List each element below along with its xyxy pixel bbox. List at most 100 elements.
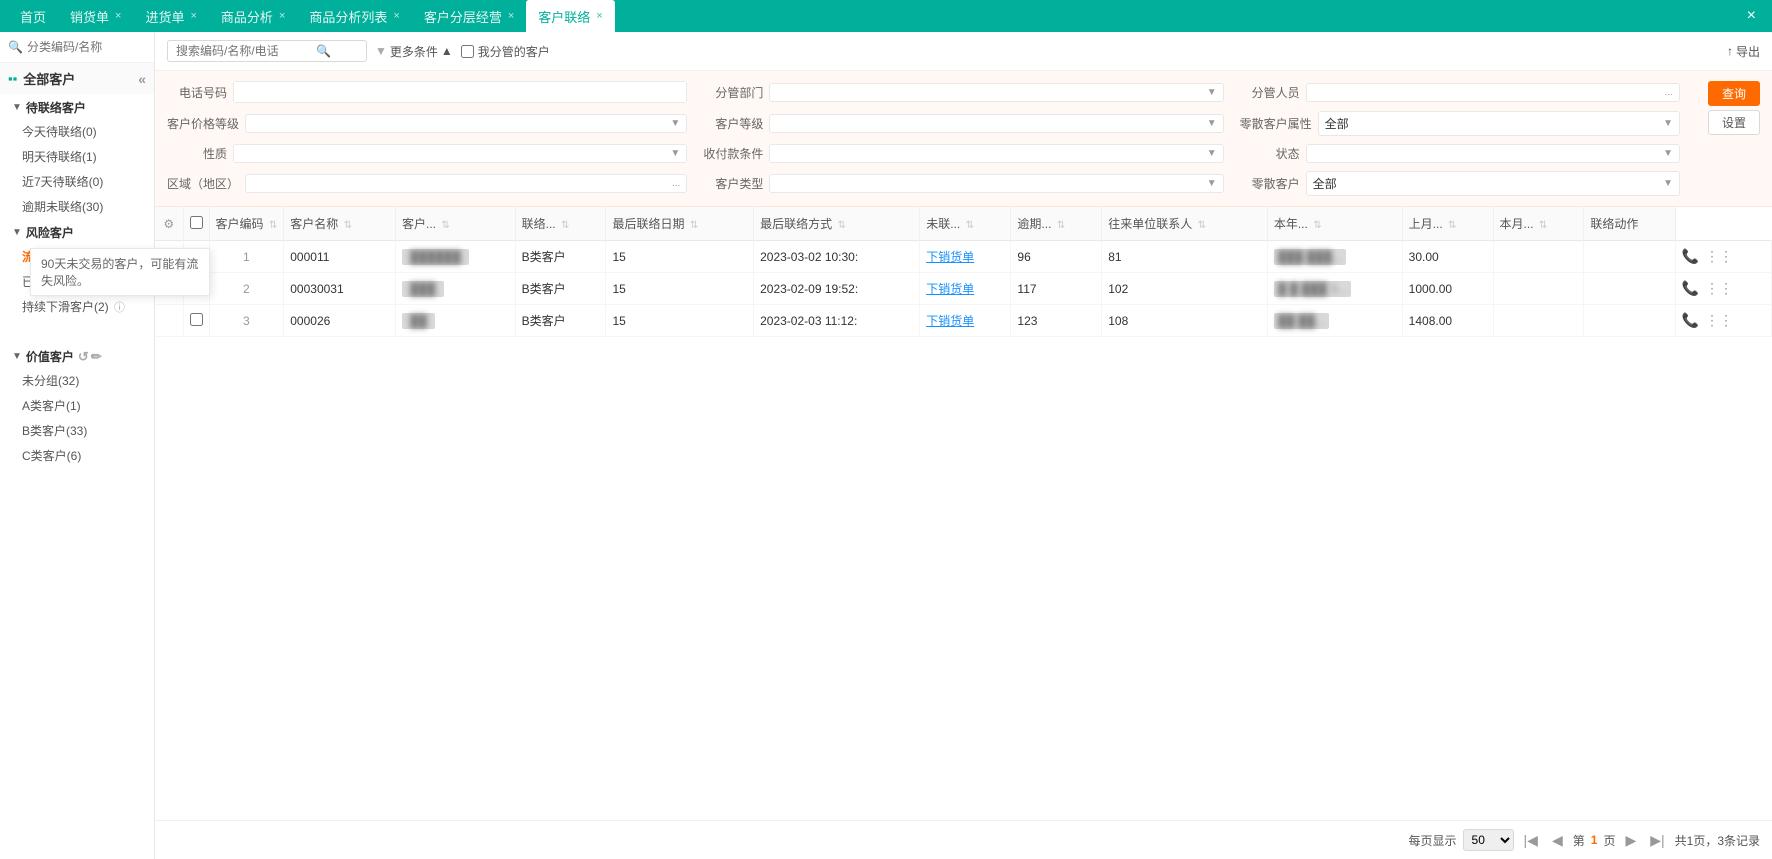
sidebar: 🔍 ▪▪ 全部客户 « ▼ 待联络客户 今天待联络(0) 明天待联络(1) 近7… bbox=[0, 32, 155, 859]
row-action-0[interactable]: 📞 ⋮⋮ bbox=[1675, 241, 1771, 273]
contact-action-icon-2[interactable]: 📞 bbox=[1682, 312, 1699, 329]
code-column-label: 客户编码 bbox=[216, 217, 264, 231]
filter-select-price-level[interactable]: ▼ bbox=[245, 114, 687, 133]
value-edit-icon[interactable]: ↺ bbox=[78, 349, 89, 365]
next-page-button[interactable]: ▶ bbox=[1621, 831, 1640, 850]
sidebar-group-value[interactable]: ▼ 价值客户 ↺ ✏ bbox=[0, 343, 154, 368]
sidebar-item-tomorrow[interactable]: 明天待联络(1) bbox=[0, 144, 154, 169]
row-lastway-link-0[interactable]: 下销货单 bbox=[926, 250, 974, 264]
row-check-2[interactable] bbox=[183, 305, 209, 337]
filter-search-input[interactable] bbox=[176, 44, 316, 58]
nav-tab-customer-contact-close[interactable]: × bbox=[596, 10, 602, 22]
value-settings-icon[interactable]: ✏ bbox=[91, 349, 102, 365]
filter-select-manager[interactable]: ... bbox=[1306, 83, 1680, 102]
filter-select-nature[interactable]: ▼ bbox=[233, 144, 687, 163]
contact-action-icon-1[interactable]: 📞 bbox=[1682, 280, 1699, 297]
name-column-header[interactable]: 客户名称 ⇅ bbox=[284, 207, 396, 241]
prev-page-button[interactable]: ◀ bbox=[1548, 831, 1567, 850]
gear-column-header[interactable]: ⚙ bbox=[155, 207, 183, 241]
nav-tab-analysis[interactable]: 商品分析 × bbox=[209, 0, 297, 32]
nav-tab-analysis-list[interactable]: 商品分析列表 × bbox=[297, 0, 411, 32]
nav-close-all-button[interactable]: × bbox=[1739, 7, 1764, 25]
code-column-header[interactable]: 客户编码 ⇅ bbox=[209, 207, 284, 241]
filter-select-customer-level[interactable]: ▼ bbox=[769, 114, 1223, 133]
first-page-button[interactable]: |◀ bbox=[1520, 831, 1542, 850]
sidebar-item-classB[interactable]: B类客户(33) bbox=[0, 418, 154, 443]
contact2-column-header[interactable]: 往来单位联系人 ⇅ bbox=[1102, 207, 1268, 241]
row-lastway-0[interactable]: 下销货单 bbox=[920, 241, 1011, 273]
filter-select-dept[interactable]: ▼ bbox=[769, 83, 1223, 102]
sidebar-group-risk[interactable]: ▼ 风险客户 bbox=[0, 219, 154, 244]
sidebar-group-pending[interactable]: ▼ 待联络客户 bbox=[0, 94, 154, 119]
my-customer-checkbox[interactable] bbox=[461, 45, 474, 58]
row-lastway-link-1[interactable]: 下销货单 bbox=[926, 282, 974, 296]
sidebar-item-today[interactable]: 今天待联络(0) bbox=[0, 119, 154, 144]
sidebar-item-classA[interactable]: A类客户(1) bbox=[0, 393, 154, 418]
nav-tab-home[interactable]: 首页 bbox=[8, 0, 58, 32]
nav-tab-sales[interactable]: 销货单 × bbox=[58, 0, 133, 32]
query-button[interactable]: 查询 bbox=[1708, 81, 1760, 106]
thisyear-column-header[interactable]: 本年... ⇅ bbox=[1267, 207, 1402, 241]
row-contact2-0: ███ ███... bbox=[1267, 241, 1402, 273]
select-all-checkbox[interactable] bbox=[190, 216, 203, 229]
nav-tab-customer-tier-close[interactable]: × bbox=[508, 10, 514, 22]
settings-button[interactable]: 设置 bbox=[1708, 110, 1760, 135]
sidebar-item-declining[interactable]: 持续下滑客户(2) ⓘ bbox=[0, 294, 154, 319]
sidebar-item-7days[interactable]: 近7天待联络(0) bbox=[0, 169, 154, 194]
thismonth-column-header[interactable]: 本月... ⇅ bbox=[1493, 207, 1584, 241]
nav-tab-purchase-close[interactable]: × bbox=[190, 10, 196, 22]
pagination-page-of: 页 bbox=[1603, 832, 1615, 849]
sidebar-item-ungroup[interactable]: 未分组(32) bbox=[0, 368, 154, 393]
filter-search-button[interactable]: 🔍 bbox=[316, 44, 331, 58]
page-size-select[interactable]: 20 50 100 bbox=[1463, 829, 1514, 851]
filter-more-button[interactable]: ▼ 更多条件 ▲ bbox=[375, 43, 453, 60]
filter-select-customer-type[interactable]: ▼ bbox=[769, 174, 1223, 193]
filter-row-manager: 分管人员 ... bbox=[1240, 81, 1760, 103]
filter-select-region[interactable]: ... bbox=[245, 174, 687, 193]
row-lastway-link-2[interactable]: 下销货单 bbox=[926, 314, 974, 328]
info-icon2: ⓘ bbox=[114, 302, 125, 314]
contact-action-icon-0[interactable]: 📞 bbox=[1682, 248, 1699, 265]
risk-arrow-icon: ▼ bbox=[12, 227, 22, 238]
type-column-header[interactable]: 客户... ⇅ bbox=[396, 207, 516, 241]
nav-tab-analysis-close[interactable]: × bbox=[279, 10, 285, 22]
lastmonth-column-header[interactable]: 上月... ⇅ bbox=[1402, 207, 1493, 241]
row-action-1[interactable]: 📞 ⋮⋮ bbox=[1675, 273, 1771, 305]
nav-tab-customer-contact[interactable]: 客户联络 × bbox=[526, 0, 614, 32]
nav-tab-analysis-list-close[interactable]: × bbox=[393, 10, 399, 22]
check-column-header[interactable] bbox=[183, 207, 209, 241]
nav-tab-customer-tier[interactable]: 客户分层经营 × bbox=[412, 0, 526, 32]
row-lastway-2[interactable]: 下销货单 bbox=[920, 305, 1011, 337]
more-action-icon-1[interactable]: ⋮⋮ bbox=[1705, 280, 1733, 297]
filter-row-price-level: 客户价格等级 ▼ bbox=[167, 111, 687, 136]
filter-label-payment: 收付款条件 bbox=[703, 145, 763, 162]
type-sort-icon: ⇅ bbox=[441, 220, 449, 231]
export-button[interactable]: ↑ 导出 bbox=[1727, 43, 1760, 60]
sidebar-search-input[interactable] bbox=[27, 40, 155, 54]
my-customer-checkbox-label[interactable]: 我分管的客户 bbox=[461, 43, 550, 60]
filter-select-retail-attr[interactable]: 全部 ▼ bbox=[1318, 111, 1680, 136]
row-action-2[interactable]: 📞 ⋮⋮ bbox=[1675, 305, 1771, 337]
nav-tab-sales-close[interactable]: × bbox=[115, 10, 121, 22]
lastway-column-header[interactable]: 最后联络方式 ⇅ bbox=[754, 207, 920, 241]
sidebar-root-header[interactable]: ▪▪ 全部客户 « bbox=[0, 63, 154, 94]
more-action-icon-2[interactable]: ⋮⋮ bbox=[1705, 312, 1733, 329]
customer-table: ⚙ 客户编码 ⇅ 客户名称 ⇅ 客户... bbox=[155, 207, 1772, 337]
last-page-button[interactable]: ▶| bbox=[1646, 831, 1668, 850]
lastdate-column-header[interactable]: 最后联络日期 ⇅ bbox=[606, 207, 754, 241]
filter-select-retail-customer[interactable]: 全部 ▼ bbox=[1306, 171, 1680, 196]
nav-tab-purchase[interactable]: 进货单 × bbox=[133, 0, 208, 32]
sidebar-item-overdue[interactable]: 逾期未联络(30) bbox=[0, 194, 154, 219]
more-action-icon-0[interactable]: ⋮⋮ bbox=[1705, 248, 1733, 265]
contact-column-header[interactable]: 联络... ⇅ bbox=[515, 207, 606, 241]
filter-select-status[interactable]: ▼ bbox=[1306, 144, 1680, 163]
filter-input-phone[interactable] bbox=[233, 81, 687, 103]
overdue-column-header[interactable]: 逾期... ⇅ bbox=[1011, 207, 1102, 241]
uncontact-column-header[interactable]: 未联... ⇅ bbox=[920, 207, 1011, 241]
nav-tab-analysis-list-label: 商品分析列表 bbox=[309, 7, 387, 26]
filter-select-payment[interactable]: ▼ bbox=[769, 144, 1223, 163]
row-checkbox-2[interactable] bbox=[190, 313, 203, 326]
row-lastway-1[interactable]: 下销货单 bbox=[920, 273, 1011, 305]
sidebar-item-classC[interactable]: C类客户(6) bbox=[0, 443, 154, 468]
sidebar-collapse-button[interactable]: « bbox=[138, 71, 146, 87]
